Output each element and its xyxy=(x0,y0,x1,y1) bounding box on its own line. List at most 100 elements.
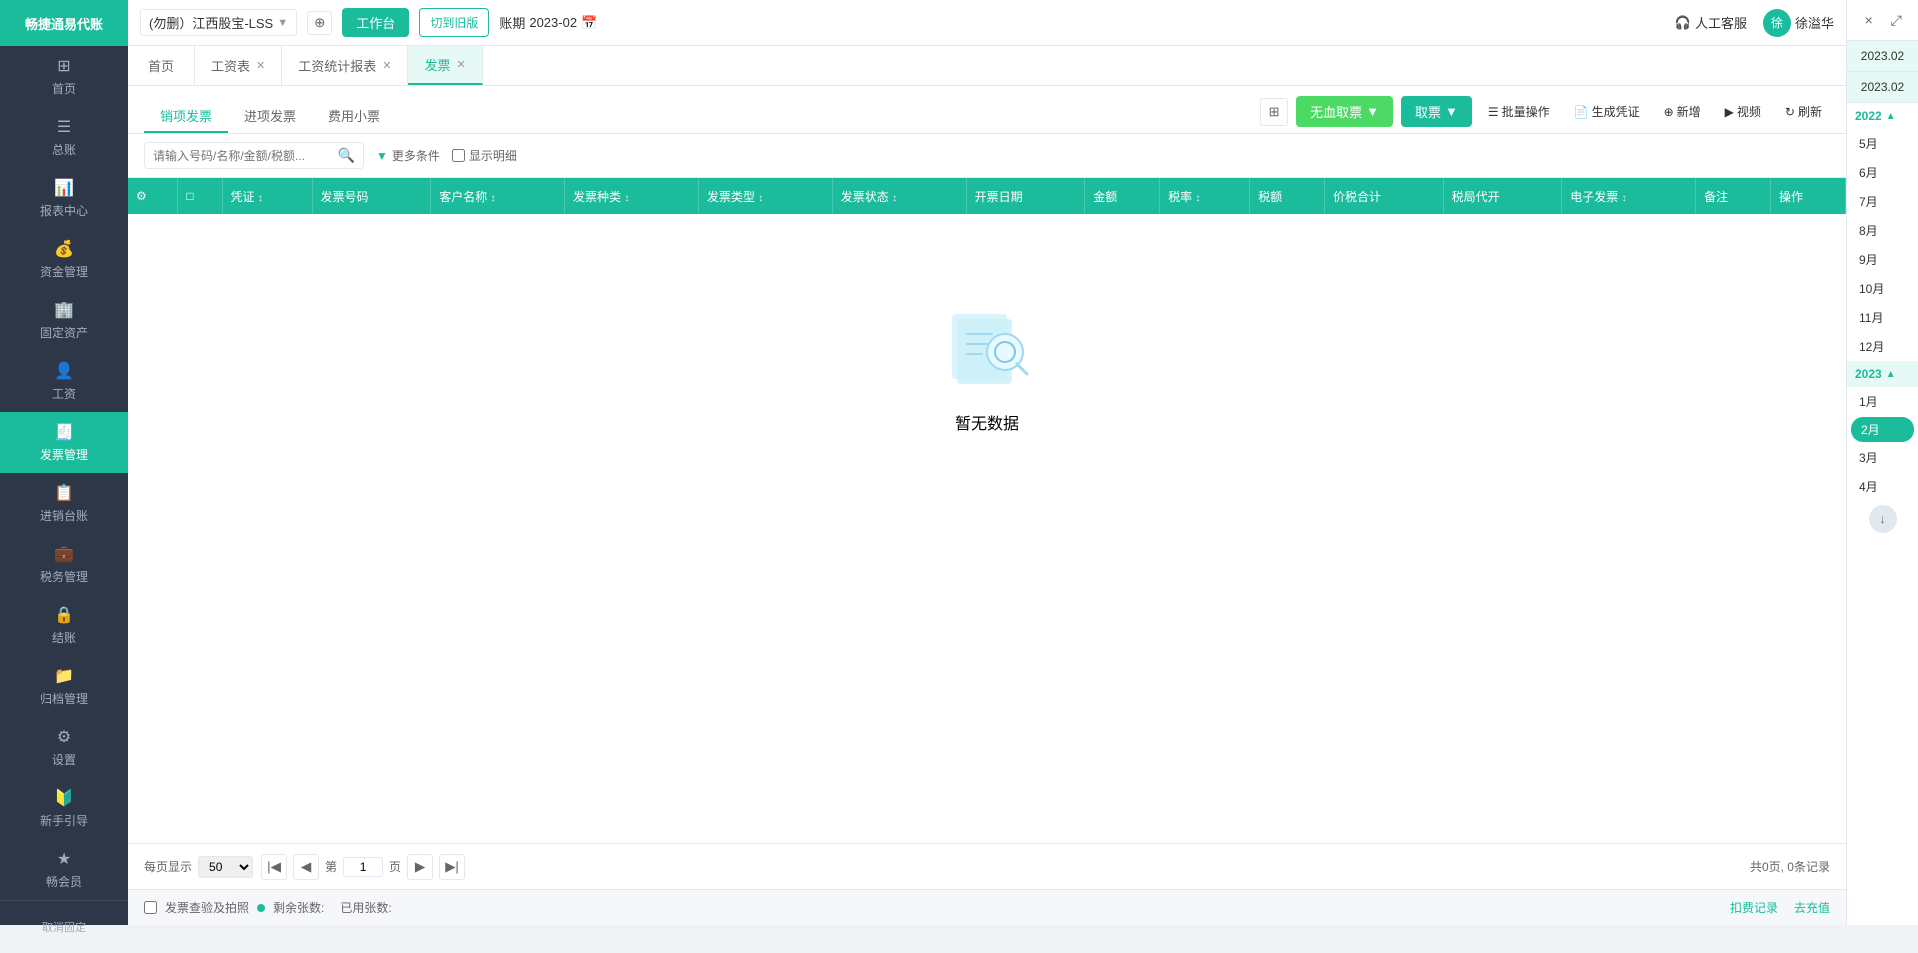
recharge-link[interactable]: 去充值 xyxy=(1794,899,1830,916)
guide-icon: 🔰 xyxy=(54,788,74,808)
tab-home[interactable]: 首页 xyxy=(128,46,195,85)
date-sidebar-close-button[interactable]: × xyxy=(1855,6,1883,34)
col-tax-bureau[interactable]: 税局代开 xyxy=(1443,178,1562,214)
sidebar-item-reports[interactable]: 📊 报表中心 xyxy=(0,168,128,229)
sidebar-item-assets[interactable]: 🏢 固定资产 xyxy=(0,290,128,351)
sidebar-item-tax[interactable]: 💼 税务管理 xyxy=(0,534,128,595)
tab-invoice-close-icon[interactable]: ✕ xyxy=(457,58,466,71)
col-settings[interactable]: ⚙ xyxy=(128,178,178,214)
username: 徐溢华 xyxy=(1795,13,1834,32)
video-button[interactable]: ▶ 视频 xyxy=(1717,99,1769,124)
sidebar-item-ledger[interactable]: ☰ 总账 xyxy=(0,107,128,168)
col-customer[interactable]: 客户名称 ↕ xyxy=(431,178,565,214)
sidebar-item-close[interactable]: 🔒 结账 xyxy=(0,595,128,656)
col-tax-rate[interactable]: 税率 ↕ xyxy=(1160,178,1250,214)
sub-tab-expense-receipt[interactable]: 费用小票 xyxy=(312,100,396,133)
tab-payroll-close-icon[interactable]: ✕ xyxy=(256,59,265,72)
col-invoice-type[interactable]: 发票种类 ↕ xyxy=(565,178,699,214)
date-entry-1[interactable]: 2023.02 xyxy=(1847,41,1918,72)
date-entry-2[interactable]: 2023.02 xyxy=(1847,72,1918,103)
prev-page-button[interactable]: ◀ xyxy=(293,854,319,880)
no-tax-button[interactable]: 无血取票 ▼ xyxy=(1296,96,1393,127)
sidebar-item-sales[interactable]: 📋 进销台账 xyxy=(0,473,128,534)
col-voucher[interactable]: 凭证 ↕ xyxy=(222,178,312,214)
month-2023-2[interactable]: 2月 xyxy=(1851,417,1914,442)
col-invoice-status[interactable]: 发票状态 ↕ xyxy=(832,178,966,214)
next-page-button[interactable]: ▶ xyxy=(407,854,433,880)
per-page-select[interactable]: 50 20 100 xyxy=(198,856,253,878)
sidebar-item-archive[interactable]: 📁 归档管理 xyxy=(0,656,128,717)
user-menu[interactable]: 徐 徐溢华 xyxy=(1763,9,1834,37)
col-actions: 操作 xyxy=(1770,178,1845,214)
sidebar-item-label: 工资 xyxy=(52,385,76,402)
sub-tab-purchase-invoice[interactable]: 进项发票 xyxy=(228,100,312,133)
sidebar-item-payroll[interactable]: 👤 工资 xyxy=(0,351,128,412)
take-ticket-button[interactable]: 取票 ▼ xyxy=(1401,96,1472,127)
month-2022-5[interactable]: 5月 xyxy=(1847,129,1918,158)
month-2022-6[interactable]: 6月 xyxy=(1847,158,1918,187)
sidebar-item-member[interactable]: ★ 畅会员 xyxy=(0,839,128,900)
col-invoice-no[interactable]: 发票号码 xyxy=(312,178,431,214)
col-remark[interactable]: 备注 xyxy=(1696,178,1771,214)
oldver-button[interactable]: 切到旧版 xyxy=(419,8,489,37)
sidebar-item-guide[interactable]: 🔰 新手引导 xyxy=(0,778,128,839)
col-amount[interactable]: 金额 xyxy=(1085,178,1160,214)
month-2022-12[interactable]: 12月 xyxy=(1847,332,1918,361)
generate-voucher-button[interactable]: 📄 生成凭证 xyxy=(1566,99,1648,124)
show-detail-checkbox[interactable] xyxy=(452,149,465,162)
month-2022-11[interactable]: 11月 xyxy=(1847,303,1918,332)
last-page-button[interactable]: ▶| xyxy=(439,854,465,880)
year-2022-header[interactable]: 2022 ▲ xyxy=(1847,103,1918,129)
new-button[interactable]: ⊕ 新增 xyxy=(1656,99,1709,124)
search-input[interactable] xyxy=(153,149,332,163)
refresh-button[interactable]: ↻ 刷新 xyxy=(1777,99,1830,124)
col-invoice-category[interactable]: 发票类型 ↕ xyxy=(698,178,832,214)
col-tax[interactable]: 税额 xyxy=(1250,178,1325,214)
tab-invoice[interactable]: 发票 ✕ xyxy=(408,46,482,85)
sidebar-unpin[interactable]: 取消固定 xyxy=(0,909,128,945)
service-button[interactable]: 🎧 人工客服 xyxy=(1675,13,1747,32)
year-2023-header[interactable]: 2023 ▲ xyxy=(1847,361,1918,387)
main-area: (勿删）江西股宝-LSS ▼ ⊕ 工作台 切到旧版 账期 2023-02 📅 🎧… xyxy=(128,0,1846,925)
sidebar-item-settings[interactable]: ⚙ 设置 xyxy=(0,717,128,778)
month-2022-10[interactable]: 10月 xyxy=(1847,274,1918,303)
month-2022-9[interactable]: 9月 xyxy=(1847,245,1918,274)
calendar-icon[interactable]: 📅 xyxy=(581,15,597,31)
voucher-icon: 📄 xyxy=(1574,105,1589,119)
col-open-date[interactable]: 开票日期 xyxy=(966,178,1085,214)
tab-payroll-label: 工资表 xyxy=(211,56,250,75)
invoice-record-link[interactable]: 扣费记录 xyxy=(1730,899,1778,916)
tab-payroll[interactable]: 工资表 ✕ xyxy=(195,46,282,85)
page-suffix: 页 xyxy=(389,858,401,875)
page-input[interactable] xyxy=(343,857,383,877)
copy-button[interactable]: ⊕ xyxy=(307,11,332,35)
sidebar-item-label: 发票管理 xyxy=(40,446,88,463)
col-total[interactable]: 价税合计 xyxy=(1324,178,1443,214)
col-electronic[interactable]: 电子发票 ↕ xyxy=(1562,178,1696,214)
scroll-down-icon[interactable]: ↓ xyxy=(1869,505,1897,533)
month-2022-7[interactable]: 7月 xyxy=(1847,187,1918,216)
video-icon: ▶ xyxy=(1725,105,1734,119)
unpin-label: 取消固定 xyxy=(42,919,86,935)
sub-tab-sales-invoice[interactable]: 销项发票 xyxy=(144,100,228,133)
sidebar-item-invoice[interactable]: 🧾 发票管理 xyxy=(0,412,128,473)
grid-view-icon[interactable]: ⊞ xyxy=(1260,98,1288,126)
month-2022-8[interactable]: 8月 xyxy=(1847,216,1918,245)
month-2023-3[interactable]: 3月 xyxy=(1847,443,1918,472)
tab-payroll-stats[interactable]: 工资统计报表 ✕ xyxy=(282,46,408,85)
month-2023-4[interactable]: 4月 xyxy=(1847,472,1918,501)
batch-op-button[interactable]: ☰ 批量操作 xyxy=(1480,99,1558,124)
month-2023-1[interactable]: 1月 xyxy=(1847,387,1918,416)
col-checkbox[interactable]: □ xyxy=(178,178,222,214)
sidebar-item-home[interactable]: ⊞ 首页 xyxy=(0,46,128,107)
invoice-check-checkbox[interactable] xyxy=(144,901,157,914)
tab-payroll-stats-close-icon[interactable]: ✕ xyxy=(382,59,391,72)
company-selector[interactable]: (勿删）江西股宝-LSS ▼ xyxy=(140,9,297,36)
assets-icon: 🏢 xyxy=(54,300,74,320)
first-page-button[interactable]: |◀ xyxy=(261,854,287,880)
workbench-button[interactable]: 工作台 xyxy=(342,8,409,37)
search-icon[interactable]: 🔍 xyxy=(338,147,355,164)
sidebar-item-funds[interactable]: 💰 资金管理 xyxy=(0,229,128,290)
more-filter-button[interactable]: ▼ 更多条件 xyxy=(376,147,440,164)
date-sidebar-maximize-button[interactable]: ⤢ xyxy=(1883,6,1911,34)
